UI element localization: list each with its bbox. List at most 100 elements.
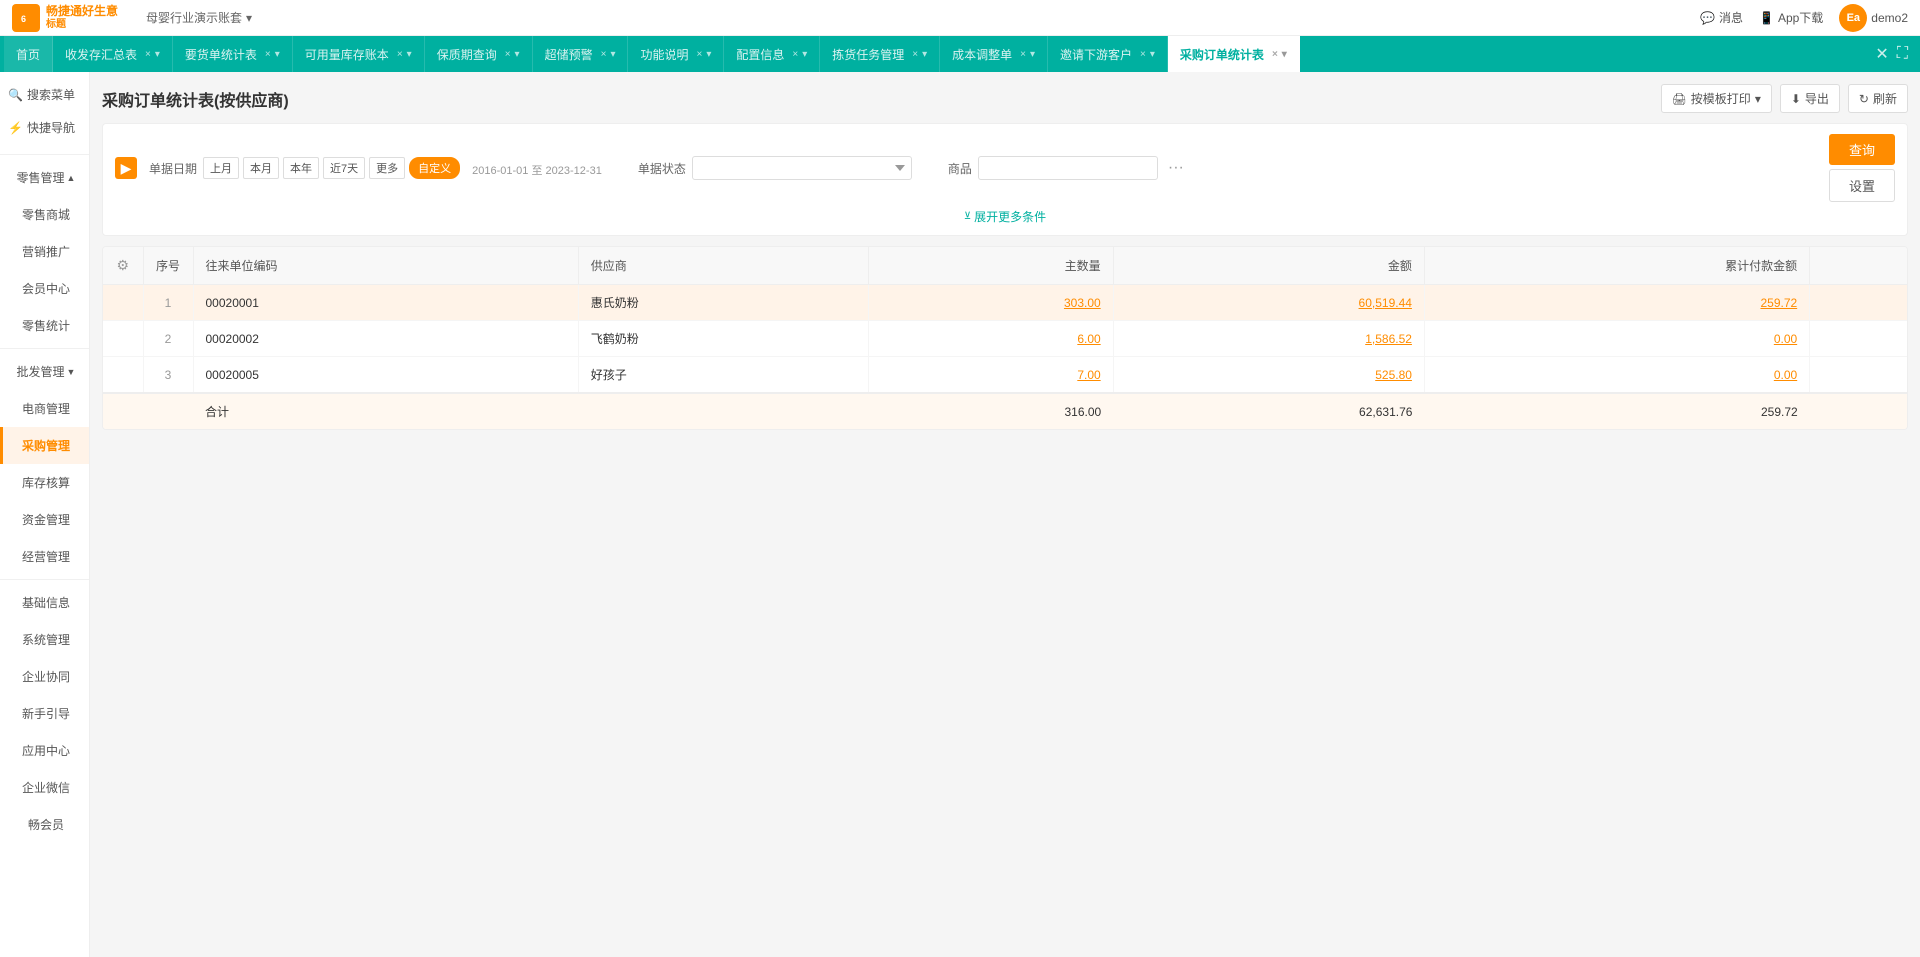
tab-arrow-icon: ▾ [1282,49,1287,60]
user-avatar: Ea [1839,4,1867,32]
sidebar-item-retail-stats[interactable]: 零售统计 [0,307,89,344]
date-btn-last-month[interactable]: 上月 [203,157,239,179]
goods-more-btn[interactable]: ··· [1164,159,1188,177]
date-btn-custom[interactable]: 自定义 [409,157,460,179]
tab-close-icon[interactable]: × [912,49,918,60]
expand-more-button[interactable]: ⊻ 展开更多条件 [964,208,1046,225]
message-icon-area[interactable]: 💬 消息 [1700,9,1743,26]
td-paid-amount: 0.00 [1424,321,1809,357]
status-filter-label: 单据状态 [638,160,686,177]
quantity-link[interactable]: 303.00 [881,296,1101,310]
svg-text:6: 6 [21,14,26,24]
tab-jianhuo[interactable]: 拣货任务管理 × ▾ [820,36,940,72]
tab-home[interactable]: 首页 [4,36,53,72]
td-quantity: 6.00 [868,321,1113,357]
tab-shoufacun[interactable]: 收发存汇总表 × ▾ [53,36,173,72]
sidebar-item-member-center[interactable]: 会员中心 [0,270,89,307]
date-range-text: 2016-01-01 至 2023-12-31 [472,162,602,178]
sidebar-item-label: 应用中心 [22,744,70,758]
paid-link[interactable]: 0.00 [1437,332,1797,346]
download-icon: 📱 [1759,11,1774,25]
sidebar-item-finance[interactable]: 资金管理 [0,501,89,538]
sidebar-quick-nav[interactable]: ⚡ 快捷导航 [0,113,89,142]
paid-link[interactable]: 259.72 [1437,296,1797,310]
amount-link[interactable]: 1,586.52 [1126,332,1412,346]
th-quantity: 主数量 [868,247,1113,285]
sidebar-item-wechat[interactable]: 企业微信 [0,769,89,806]
th-settings[interactable]: ⚙ [103,247,143,285]
tab-chengben[interactable]: 成本调整单 × ▾ [940,36,1048,72]
sidebar-item-vip[interactable]: 畅会员 [0,806,89,843]
paid-link[interactable]: 0.00 [1437,368,1797,382]
tab-close-icon[interactable]: × [505,49,511,60]
sidebar-item-system-mgmt[interactable]: 系统管理 [0,621,89,658]
tab-close-icon[interactable]: × [1020,49,1026,60]
sidebar-item-purchase-mgmt[interactable]: 采购管理 [0,427,89,464]
footer-empty1 [103,393,143,429]
date-btn-more[interactable]: 更多 [369,157,405,179]
nav-close-all-btn[interactable]: ✕ [1875,44,1888,64]
tab-arrow-icon: ▾ [275,49,280,60]
quantity-link[interactable]: 6.00 [881,332,1101,346]
sidebar-item-basic-info[interactable]: 基础信息 [0,584,89,621]
tab-keyongliang[interactable]: 可用量库存账本 × ▾ [293,36,425,72]
tab-peizhi[interactable]: 配置信息 × ▾ [724,36,820,72]
app-download-area[interactable]: 📱 App下载 [1759,9,1823,26]
td-supplier: 好孩子 [578,357,868,394]
status-filter: 单据状态 [638,156,912,180]
user-area[interactable]: Ea demo2 [1839,4,1908,32]
tab-yaoqing[interactable]: 邀请下游客户 × ▾ [1048,36,1168,72]
sidebar-item-wholesale-mgmt[interactable]: 批发管理 ▼ [0,353,89,390]
tab-close-icon[interactable]: × [696,49,702,60]
goods-input[interactable] [978,156,1158,180]
td-no: 3 [143,357,193,394]
sidebar-item-app-center[interactable]: 应用中心 [0,732,89,769]
tab-chaochuyujing[interactable]: 超储预警 × ▾ [533,36,629,72]
sidebar-item-operations[interactable]: 经营管理 [0,538,89,575]
status-select[interactable] [692,156,912,180]
query-button[interactable]: 查询 [1829,134,1895,165]
quantity-link[interactable]: 7.00 [881,368,1101,382]
date-btn-7days[interactable]: 近7天 [323,157,365,179]
sidebar-item-new-guide[interactable]: 新手引导 [0,695,89,732]
table-footer: 合计 316.00 62,631.76 259.72 [103,393,1907,429]
footer-empty2 [143,393,193,429]
export-button[interactable]: ⬇ 导出 [1780,84,1840,113]
nav-restore-btn[interactable]: ⛶ [1897,45,1908,63]
date-btn-this-month[interactable]: 本月 [243,157,279,179]
sidebar-item-retail-mall[interactable]: 零售商城 [0,196,89,233]
tab-close-icon[interactable]: × [265,49,271,60]
amount-link[interactable]: 60,519.44 [1126,296,1412,310]
tab-close-icon[interactable]: × [145,49,151,60]
sidebar-search[interactable]: 🔍 搜索菜单 [0,80,89,109]
tab-close-icon[interactable]: × [397,49,403,60]
tab-caigou-active[interactable]: 采购订单统计表 × ▾ [1168,36,1300,72]
refresh-button[interactable]: ↻ 刷新 [1848,84,1908,113]
tab-close-icon[interactable]: × [1140,49,1146,60]
data-table: ⚙ 序号 往来单位编码 供应商 主数量 金额 累计付款金额 1 [103,247,1907,429]
sidebar-item-retail-mgmt[interactable]: 零售管理 ▲ [0,159,89,196]
table-header-row: ⚙ 序号 往来单位编码 供应商 主数量 金额 累计付款金额 [103,247,1907,285]
tab-gongneng[interactable]: 功能说明 × ▾ [628,36,724,72]
amount-link[interactable]: 525.80 [1126,368,1412,382]
tab-yaohuo[interactable]: 要货单统计表 × ▾ [173,36,293,72]
sidebar-search-label: 搜索菜单 [27,86,75,103]
tab-baozhi[interactable]: 保质期查询 × ▾ [425,36,533,72]
sidebar-item-marketing[interactable]: 营销推广 [0,233,89,270]
tab-close-icon[interactable]: × [792,49,798,60]
filter-toggle-arrow-button[interactable]: ▶ [115,157,137,179]
filter-settings-button[interactable]: 设置 [1829,169,1895,202]
tab-arrow-icon: ▾ [1150,49,1155,60]
tab-arrow-icon: ▾ [610,49,615,60]
print-button[interactable]: 🖨 按模板打印 ▾ [1661,84,1772,113]
sidebar-item-inventory[interactable]: 库存核算 [0,464,89,501]
tab-close-icon[interactable]: × [1272,49,1278,60]
workspace-selector[interactable]: 母婴行业演示账套 ▾ [146,9,252,26]
sidebar-item-cooperation[interactable]: 企业协同 [0,658,89,695]
date-btn-this-year[interactable]: 本年 [283,157,319,179]
tab-close-icon[interactable]: × [601,49,607,60]
settings-gear-icon[interactable]: ⚙ [116,257,129,273]
sidebar: 🔍 搜索菜单 ⚡ 快捷导航 零售管理 ▲ 零售商城 营销推广 会员中心 零售统计… [0,72,90,957]
sidebar-item-ecommerce[interactable]: 电商管理 [0,390,89,427]
tab-label: 超储预警 [545,46,593,63]
